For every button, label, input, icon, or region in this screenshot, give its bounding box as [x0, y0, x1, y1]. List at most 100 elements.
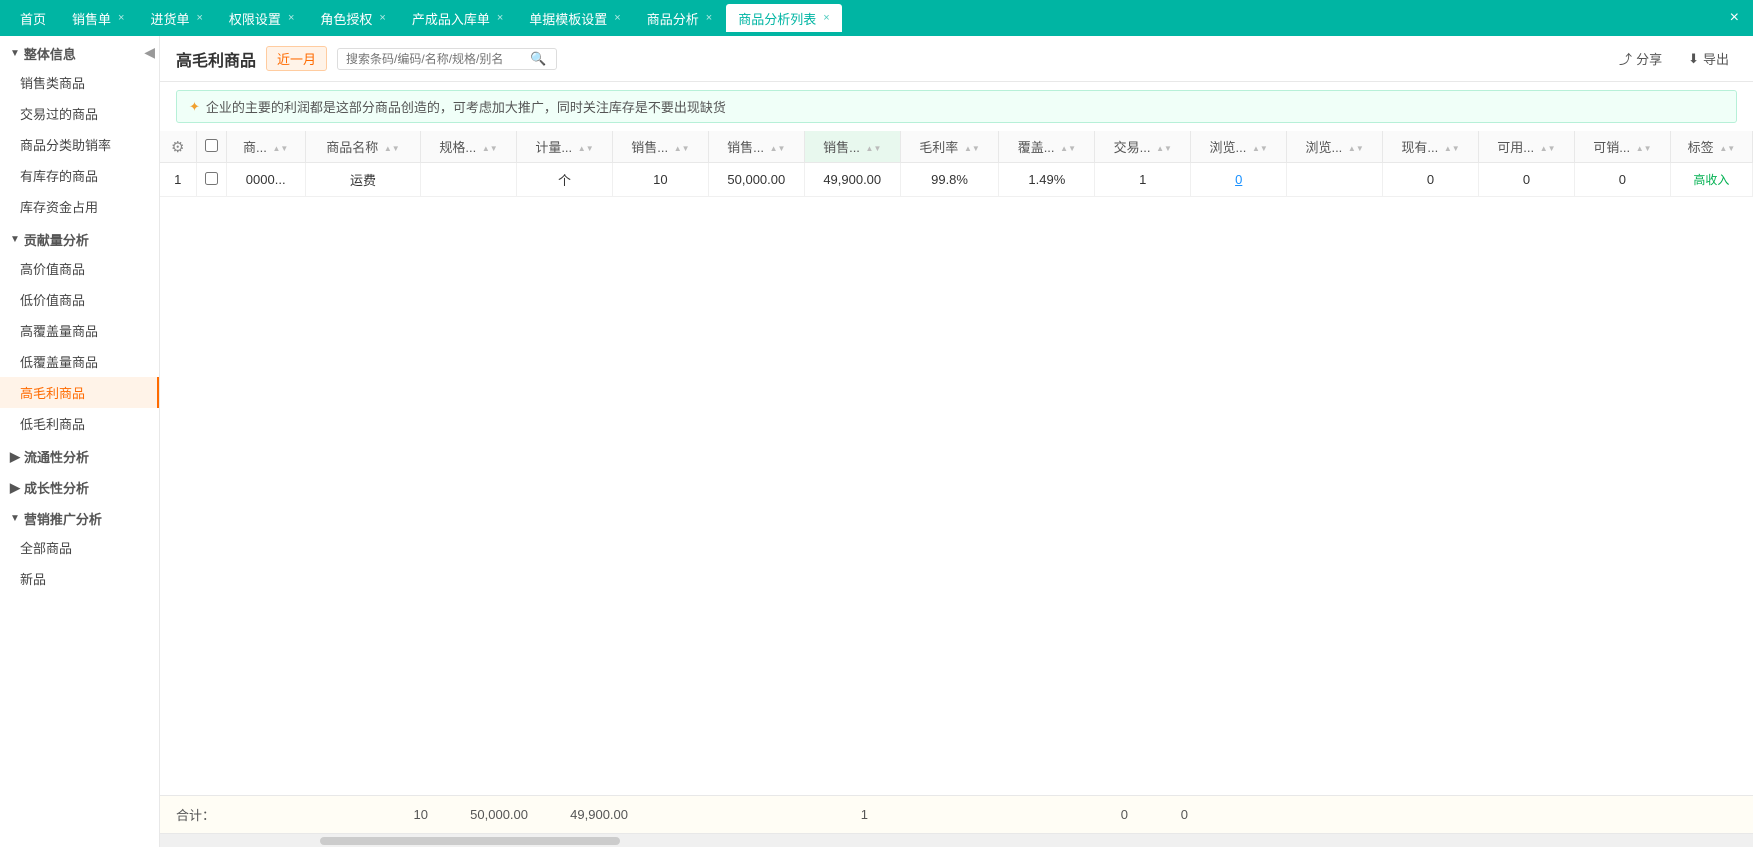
info-banner-text: 企业的主要的利润都是这部分商品创造的，可考虑加大推广，同时关注库存是不要出现缺货 [206, 97, 726, 116]
col-sales-cost[interactable]: 销售... ▲▼ [804, 131, 900, 163]
sidebar-group-overview-arrow: ▼ [10, 48, 20, 59]
nav-tab-analysis-list[interactable]: 商品分析列表 × [726, 4, 841, 32]
sidebar-item-sales-goods[interactable]: 销售类商品 [0, 67, 159, 98]
cell-checkbox[interactable] [196, 163, 226, 197]
search-icon[interactable]: 🔍 [530, 51, 546, 67]
col-saleable-sort[interactable]: ▲▼ [1636, 144, 1652, 153]
scrollbar-area [160, 833, 1753, 847]
page-title: 高毛利商品 [176, 47, 256, 71]
col-tag-sort[interactable]: ▲▼ [1719, 144, 1735, 153]
nav-tab-inbound-close[interactable]: × [497, 12, 503, 24]
nav-tab-template[interactable]: 单据模板设置 × [517, 4, 632, 32]
col-saleable[interactable]: 可销... ▲▼ [1574, 131, 1670, 163]
col-transactions[interactable]: 交易... ▲▼ [1095, 131, 1191, 163]
nav-tab-analysis-close[interactable]: × [706, 12, 712, 24]
cell-code: 0000... [226, 163, 305, 197]
sidebar-item-high-coverage[interactable]: 高覆盖量商品 [0, 315, 159, 346]
search-input[interactable] [346, 52, 526, 66]
sidebar-item-low-value[interactable]: 低价值商品 [0, 284, 159, 315]
col-coverage[interactable]: 覆盖... ▲▼ [999, 131, 1095, 163]
row-checkbox[interactable] [205, 172, 218, 185]
summary-sales-cost: 49,900.00 [536, 807, 636, 822]
col-current-stock[interactable]: 现有... ▲▼ [1383, 131, 1479, 163]
sidebar-collapse-button[interactable]: ◀ [144, 44, 155, 61]
nav-tab-role[interactable]: 角色授权 × [308, 4, 397, 32]
select-all-checkbox[interactable] [205, 139, 218, 152]
nav-tab-inbound[interactable]: 产成品入库单 × [400, 4, 515, 32]
sidebar-group-liquidity-label: 流通性分析 [24, 447, 89, 466]
col-code[interactable]: 商... ▲▼ [226, 131, 305, 163]
col-available-sort[interactable]: ▲▼ [1540, 144, 1556, 153]
nav-tab-inbound-label: 产成品入库单 [412, 9, 490, 28]
col-available[interactable]: 可用... ▲▼ [1479, 131, 1575, 163]
table-row: 1 0000... 运费 个 10 50,000.00 49,900.00 99… [160, 163, 1753, 197]
col-sales-qty[interactable]: 销售... ▲▼ [612, 131, 708, 163]
col-spec[interactable]: 规格... ▲▼ [421, 131, 517, 163]
settings-icon[interactable]: ⚙ [171, 139, 184, 156]
col-spec-sort[interactable]: ▲▼ [482, 144, 498, 153]
sidebar-item-low-margin[interactable]: 低毛利商品 [0, 408, 159, 439]
nav-tab-role-close[interactable]: × [379, 12, 385, 24]
sidebar-group-overview[interactable]: ▼ 整体信息 [0, 36, 159, 67]
sidebar-group-contribution[interactable]: ▼ 贡献量分析 [0, 222, 159, 253]
sidebar-item-high-value[interactable]: 高价值商品 [0, 253, 159, 284]
col-unit-sort[interactable]: ▲▼ [578, 144, 594, 153]
nav-tab-home-label: 首页 [20, 9, 46, 28]
nav-tab-permission[interactable]: 权限设置 × [217, 4, 306, 32]
export-button[interactable]: ⬇ 导出 [1680, 47, 1737, 70]
col-gross-margin[interactable]: 毛利率 ▲▼ [900, 131, 999, 163]
col-sales-amount[interactable]: 销售... ▲▼ [708, 131, 804, 163]
col-name[interactable]: 商品名称 ▲▼ [305, 131, 420, 163]
col-transactions-sort[interactable]: ▲▼ [1156, 144, 1172, 153]
sidebar-item-stock-capital[interactable]: 库存资金占用 [0, 191, 159, 222]
nav-tab-purchase-close[interactable]: × [196, 12, 202, 24]
sidebar-group-growth[interactable]: ▶ 成长性分析 [0, 470, 159, 501]
sidebar-item-category-rate[interactable]: 商品分类助销率 [0, 129, 159, 160]
summary-gap2 [876, 807, 1076, 822]
nav-tab-permission-close[interactable]: × [288, 12, 294, 24]
sidebar-item-high-margin[interactable]: 高毛利商品 [0, 377, 159, 408]
col-unit[interactable]: 计量... ▲▼ [517, 131, 613, 163]
sidebar-item-traded-goods[interactable]: 交易过的商品 [0, 98, 159, 129]
col-settings[interactable]: ⚙ [160, 131, 196, 163]
nav-tab-home[interactable]: 首页 [8, 4, 58, 32]
nav-tab-analysis-list-close[interactable]: × [823, 12, 829, 24]
nav-tab-analysis[interactable]: 商品分析 × [635, 4, 724, 32]
col-name-sort[interactable]: ▲▼ [384, 144, 400, 153]
col-browse2-sort[interactable]: ▲▼ [1348, 144, 1364, 153]
col-tag[interactable]: 标签 ▲▼ [1670, 131, 1752, 163]
col-code-sort[interactable]: ▲▼ [272, 144, 288, 153]
filter-recent-month-button[interactable]: 近一月 [266, 46, 327, 71]
col-current-stock-sort[interactable]: ▲▼ [1444, 144, 1460, 153]
nav-tab-purchase[interactable]: 进货单 × [138, 4, 214, 32]
nav-tab-sales-close[interactable]: × [118, 12, 124, 24]
nav-tab-template-close[interactable]: × [614, 12, 620, 24]
sidebar-group-marketing-label: 营销推广分析 [24, 509, 102, 528]
sidebar-item-all-goods[interactable]: 全部商品 [0, 532, 159, 563]
share-button[interactable]: ⤴ 分享 [1611, 47, 1670, 70]
export-icon: ⬇ [1688, 51, 1699, 67]
sidebar-group-contribution-arrow: ▼ [10, 234, 20, 245]
sidebar-item-new-goods[interactable]: 新品 [0, 563, 159, 594]
sidebar-item-stocked-goods[interactable]: 有库存的商品 [0, 160, 159, 191]
col-coverage-sort[interactable]: ▲▼ [1060, 144, 1076, 153]
col-gross-margin-sort[interactable]: ▲▼ [964, 144, 980, 153]
horizontal-scrollbar-thumb[interactable] [320, 837, 620, 845]
col-sales-amount-sort[interactable]: ▲▼ [770, 144, 786, 153]
col-sales-cost-sort[interactable]: ▲▼ [866, 144, 882, 153]
sidebar-group-liquidity[interactable]: ▶ 流通性分析 [0, 439, 159, 470]
nav-tab-sales[interactable]: 销售单 × [60, 4, 136, 32]
sidebar-item-low-coverage[interactable]: 低覆盖量商品 [0, 346, 159, 377]
cell-unit: 个 [517, 163, 613, 197]
col-browse1[interactable]: 浏览... ▲▼ [1191, 131, 1287, 163]
sidebar-group-marketing[interactable]: ▼ 营销推广分析 [0, 501, 159, 532]
cell-browse1[interactable]: 0 [1191, 163, 1287, 197]
table-container: ⚙ 商... ▲▼ 商品名称 ▲▼ [160, 131, 1753, 795]
nav-tab-permission-label: 权限设置 [229, 9, 281, 28]
window-close-button[interactable]: × [1724, 9, 1745, 27]
col-browse2[interactable]: 浏览... ▲▼ [1287, 131, 1383, 163]
tag-label: 高收入 [1693, 173, 1729, 187]
col-browse1-sort[interactable]: ▲▼ [1252, 144, 1268, 153]
browse1-link[interactable]: 0 [1235, 172, 1242, 187]
col-sales-qty-sort[interactable]: ▲▼ [674, 144, 690, 153]
